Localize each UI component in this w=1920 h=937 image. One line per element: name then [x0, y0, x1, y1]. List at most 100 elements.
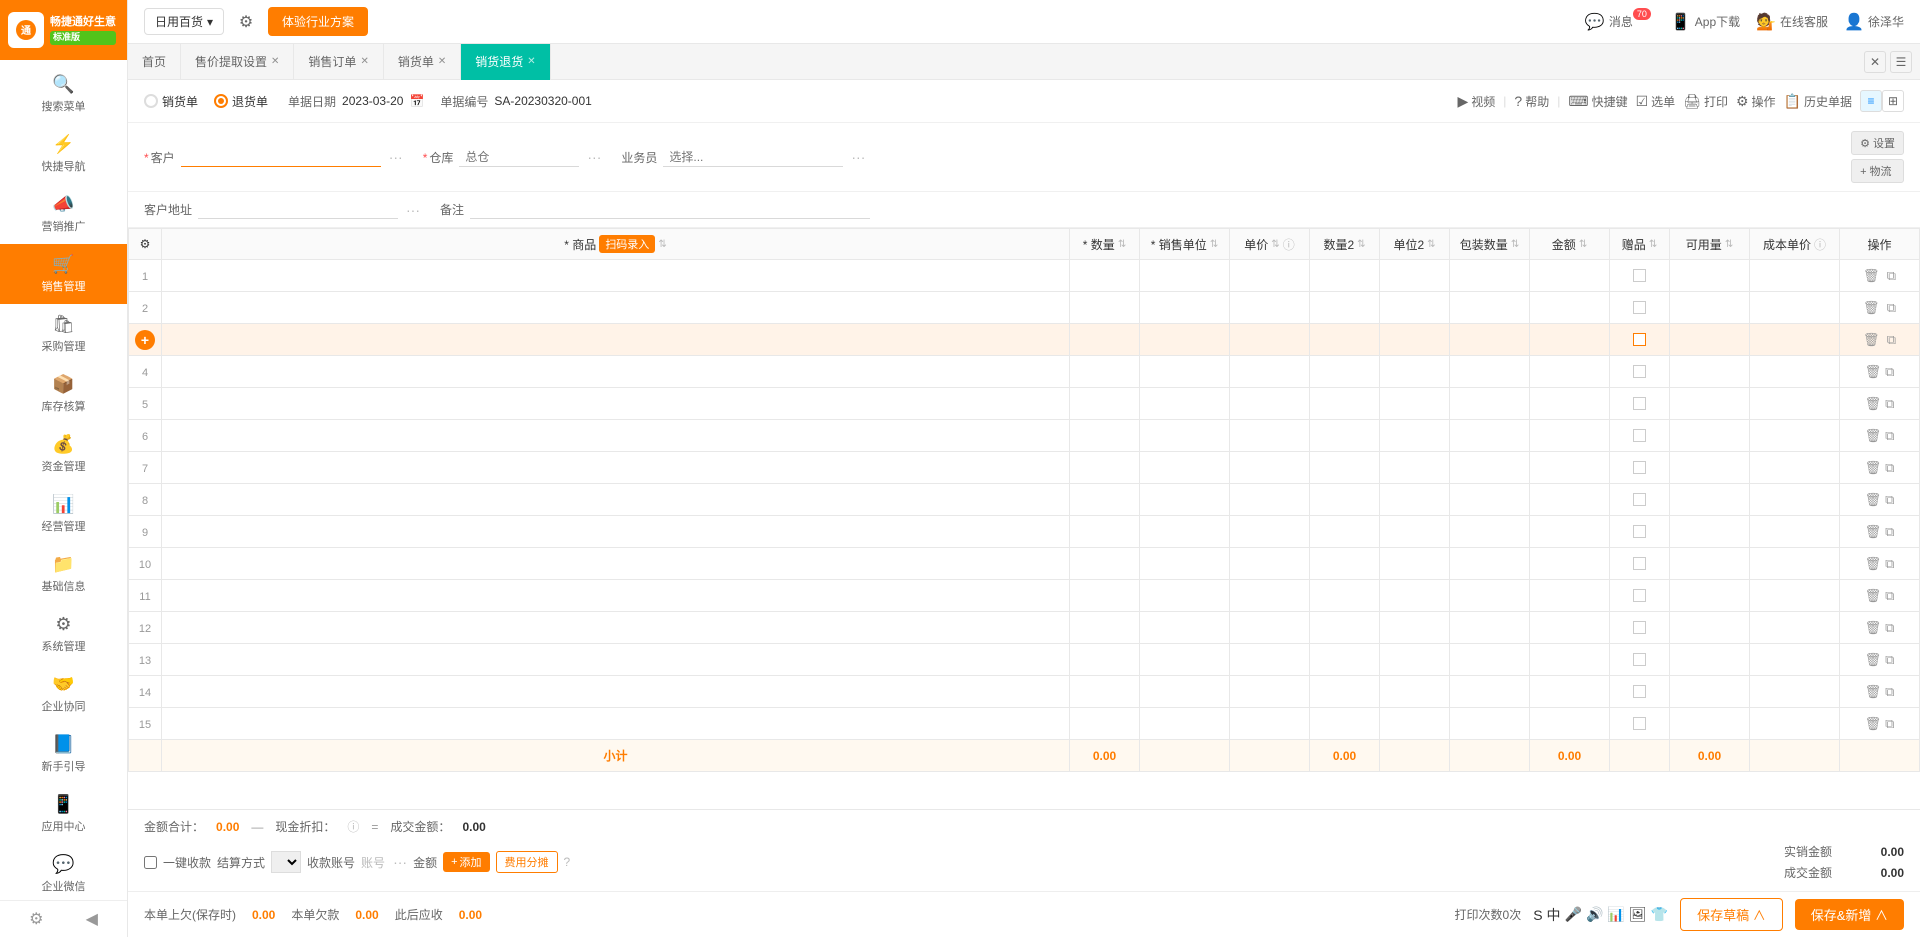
one-click-payment-checkbox[interactable]: [144, 856, 157, 869]
copy-row-13-btn[interactable]: ⧉: [1885, 652, 1894, 667]
warehouse-input[interactable]: [459, 148, 579, 167]
sidebar-item-apps[interactable]: 📱 应用中心: [0, 784, 127, 844]
tab-sales-return-close[interactable]: ✕: [527, 56, 535, 67]
copy-row-6-btn[interactable]: ⧉: [1885, 428, 1894, 443]
customer-more-icon[interactable]: ···: [389, 149, 403, 165]
calendar-icon[interactable]: 📅: [409, 94, 424, 108]
customer-input[interactable]: [181, 148, 381, 167]
col-qty-sort-icon[interactable]: ⇅: [1118, 239, 1126, 250]
gift-checkbox-10[interactable]: [1633, 557, 1646, 570]
tab-sales[interactable]: 销货单 ✕: [384, 44, 461, 80]
col-product-sort-icon[interactable]: ⇅: [658, 239, 666, 250]
view-grid-btn[interactable]: ⊞: [1882, 90, 1904, 112]
col-price-sort-icon[interactable]: ⇅: [1271, 239, 1279, 250]
toolbar-icon-3[interactable]: 🎤: [1565, 906, 1582, 923]
toolbar-icon-5[interactable]: 📊: [1607, 906, 1624, 923]
sidebar-item-basics[interactable]: 📁 基础信息: [0, 544, 127, 604]
salesperson-input[interactable]: [663, 148, 843, 167]
delete-row-6-btn[interactable]: 🗑: [1865, 428, 1882, 443]
add-account-btn[interactable]: + 添加: [443, 852, 489, 872]
col-settings-icon[interactable]: ⚙: [140, 237, 151, 251]
tab-price-settings[interactable]: 售价提取设置 ✕: [181, 44, 294, 80]
action-help[interactable]: ? 帮助: [1514, 93, 1549, 110]
sidebar-item-quick[interactable]: ⚡ 快捷导航: [0, 124, 127, 184]
col-available-sort-icon[interactable]: ⇅: [1725, 239, 1733, 250]
industry-dropdown[interactable]: 日用百货 ▾: [144, 8, 224, 35]
tab-sales-order-close[interactable]: ✕: [360, 56, 368, 67]
radio-sales[interactable]: 销货单: [144, 93, 198, 110]
copy-row-7-btn[interactable]: ⧉: [1885, 460, 1894, 475]
fee-split-btn[interactable]: 费用分摊: [496, 851, 558, 873]
sidebar-item-search[interactable]: 🔍 搜索菜单: [0, 64, 127, 124]
tab-close-all-btn[interactable]: ✕: [1864, 51, 1886, 73]
delete-row-10-btn[interactable]: 🗑: [1865, 556, 1882, 571]
sidebar-settings-btn[interactable]: ⚙: [29, 909, 43, 929]
app-download-btn[interactable]: 📱 App下载: [1671, 12, 1740, 32]
sidebar-item-operations[interactable]: 📊 经营管理: [0, 484, 127, 544]
delete-row-4-btn[interactable]: 🗑: [1865, 364, 1882, 379]
topbar-settings-btn[interactable]: ⚙: [232, 8, 260, 36]
account-more-icon[interactable]: ···: [393, 854, 407, 870]
copy-row-15-btn[interactable]: ⧉: [1885, 716, 1894, 731]
delete-row-12-btn[interactable]: 🗑: [1865, 620, 1882, 635]
delete-row-active-btn[interactable]: 🗑: [1863, 332, 1880, 347]
scan-input-btn[interactable]: 扫码录入: [599, 235, 655, 253]
tab-sales-return[interactable]: 销货退货 ✕: [461, 44, 550, 80]
logistics-side-btn[interactable]: + 物流: [1851, 159, 1904, 183]
sidebar-item-marketing[interactable]: 📣 营销推广: [0, 184, 127, 244]
online-service-btn[interactable]: 💁 在线客服: [1756, 12, 1828, 32]
gift-checkbox-11[interactable]: [1633, 589, 1646, 602]
sidebar-item-enterprise[interactable]: 🤝 企业协同: [0, 664, 127, 724]
gift-checkbox-15[interactable]: [1633, 717, 1646, 730]
toolbar-icon-4[interactable]: 🔊: [1586, 906, 1603, 923]
copy-row-active-btn[interactable]: ⧉: [1887, 332, 1896, 347]
gift-checkbox-active[interactable]: [1633, 333, 1646, 346]
user-avatar[interactable]: 👤 徐泽华: [1844, 12, 1904, 32]
sidebar-item-finance[interactable]: 💰 资金管理: [0, 424, 127, 484]
address-more-icon[interactable]: ···: [406, 202, 420, 218]
tab-menu-btn[interactable]: ☰: [1890, 51, 1912, 73]
copy-row-8-btn[interactable]: ⧉: [1885, 492, 1894, 507]
copy-row-10-btn[interactable]: ⧉: [1885, 556, 1894, 571]
experience-button[interactable]: 体验行业方案: [268, 7, 368, 36]
sidebar-collapse-btn[interactable]: ◀: [86, 909, 98, 929]
view-list-btn[interactable]: ≡: [1860, 90, 1882, 112]
delete-row-13-btn[interactable]: 🗑: [1865, 652, 1882, 667]
gift-checkbox-2[interactable]: [1633, 301, 1646, 314]
calc-method-select[interactable]: [271, 851, 301, 873]
product-input-active[interactable]: [168, 332, 1063, 347]
gift-checkbox-5[interactable]: [1633, 397, 1646, 410]
copy-row-1-btn[interactable]: ⧉: [1887, 268, 1896, 283]
sidebar-item-inventory[interactable]: 📦 库存核算: [0, 364, 127, 424]
toolbar-icon-1[interactable]: S: [1533, 907, 1542, 923]
warehouse-more-icon[interactable]: ···: [587, 149, 601, 165]
add-row-btn[interactable]: +: [135, 330, 155, 350]
sidebar-item-sales[interactable]: 🛒 销售管理: [0, 244, 127, 304]
sidebar-item-wechat[interactable]: 💬 企业微信: [0, 844, 127, 900]
copy-row-4-btn[interactable]: ⧉: [1885, 364, 1894, 379]
action-shortcut[interactable]: ⌨ 快捷键: [1568, 93, 1627, 110]
toolbar-icon-6[interactable]: 🖼: [1629, 906, 1647, 923]
toolbar-icon-7[interactable]: 👕: [1651, 906, 1668, 923]
tab-price-settings-close[interactable]: ✕: [271, 56, 279, 67]
copy-row-12-btn[interactable]: ⧉: [1885, 620, 1894, 635]
tab-sales-order[interactable]: 销售订单 ✕: [294, 44, 383, 80]
settings-side-btn[interactable]: ⚙ 设置: [1851, 131, 1904, 155]
gift-checkbox-7[interactable]: [1633, 461, 1646, 474]
col-packqty-sort-icon[interactable]: ⇅: [1511, 239, 1519, 250]
action-operation[interactable]: ⚙ 操作: [1736, 93, 1776, 110]
tab-home[interactable]: 首页: [128, 44, 181, 80]
action-select[interactable]: ☑ 选单: [1636, 93, 1676, 110]
col-cost-info-icon[interactable]: ⓘ: [1814, 236, 1826, 253]
delete-row-9-btn[interactable]: 🗑: [1865, 524, 1882, 539]
toolbar-icon-2[interactable]: 中: [1547, 905, 1561, 925]
delete-row-1-btn[interactable]: 🗑: [1863, 268, 1880, 283]
message-btn[interactable]: 💬 消息 70: [1585, 12, 1655, 32]
gift-checkbox-14[interactable]: [1633, 685, 1646, 698]
remark-input[interactable]: [470, 200, 870, 219]
delete-row-7-btn[interactable]: 🗑: [1865, 460, 1882, 475]
sidebar-item-guide[interactable]: 📘 新手引导: [0, 724, 127, 784]
gift-checkbox-8[interactable]: [1633, 493, 1646, 506]
action-video[interactable]: ▶ 视频: [1458, 93, 1496, 110]
col-gift-sort-icon[interactable]: ⇅: [1649, 239, 1657, 250]
